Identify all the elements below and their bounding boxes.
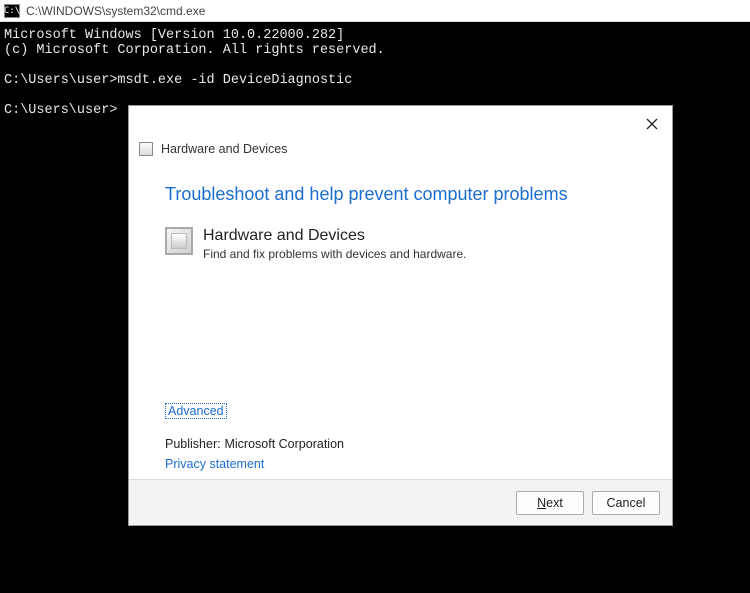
privacy-link[interactable]: Privacy statement [165, 457, 640, 471]
hardware-device-icon [165, 227, 193, 255]
terminal-line: C:\Users\user>msdt.exe -id DeviceDiagnos… [4, 73, 352, 88]
cmd-title: C:\WINDOWS\system32\cmd.exe [26, 4, 205, 18]
device-icon [139, 142, 153, 156]
close-icon [646, 118, 658, 130]
terminal-line: (c) Microsoft Corporation. All rights re… [4, 43, 385, 58]
next-button[interactable]: Next [516, 491, 584, 515]
terminal-line: C:\Users\user> [4, 103, 117, 118]
dialog-header-title: Hardware and Devices [161, 142, 287, 156]
dialog-footer: Next Cancel [129, 479, 672, 525]
close-button[interactable] [642, 114, 662, 134]
next-rest: ext [546, 496, 563, 510]
next-accel: N [537, 496, 546, 510]
troubleshooter-item[interactable]: Hardware and Devices Find and fix proble… [165, 227, 640, 261]
advanced-link[interactable]: Advanced [165, 403, 227, 419]
publisher-row: Publisher: Microsoft Corporation [165, 437, 640, 451]
cmd-icon: C:\ [4, 4, 20, 18]
item-title: Hardware and Devices [203, 227, 466, 245]
item-description: Find and fix problems with devices and h… [203, 247, 466, 261]
cmd-titlebar: C:\ C:\WINDOWS\system32\cmd.exe [0, 0, 750, 22]
dialog-header: Hardware and Devices [129, 106, 672, 164]
publisher-label: Publisher: [165, 437, 221, 451]
troubleshooter-dialog: Hardware and Devices Troubleshoot and he… [128, 105, 673, 526]
dialog-headline: Troubleshoot and help prevent computer p… [165, 184, 640, 205]
cancel-button[interactable]: Cancel [592, 491, 660, 515]
dialog-body: Troubleshoot and help prevent computer p… [129, 164, 672, 479]
publisher-value: Microsoft Corporation [224, 437, 344, 451]
terminal-line: Microsoft Windows [Version 10.0.22000.28… [4, 28, 344, 43]
